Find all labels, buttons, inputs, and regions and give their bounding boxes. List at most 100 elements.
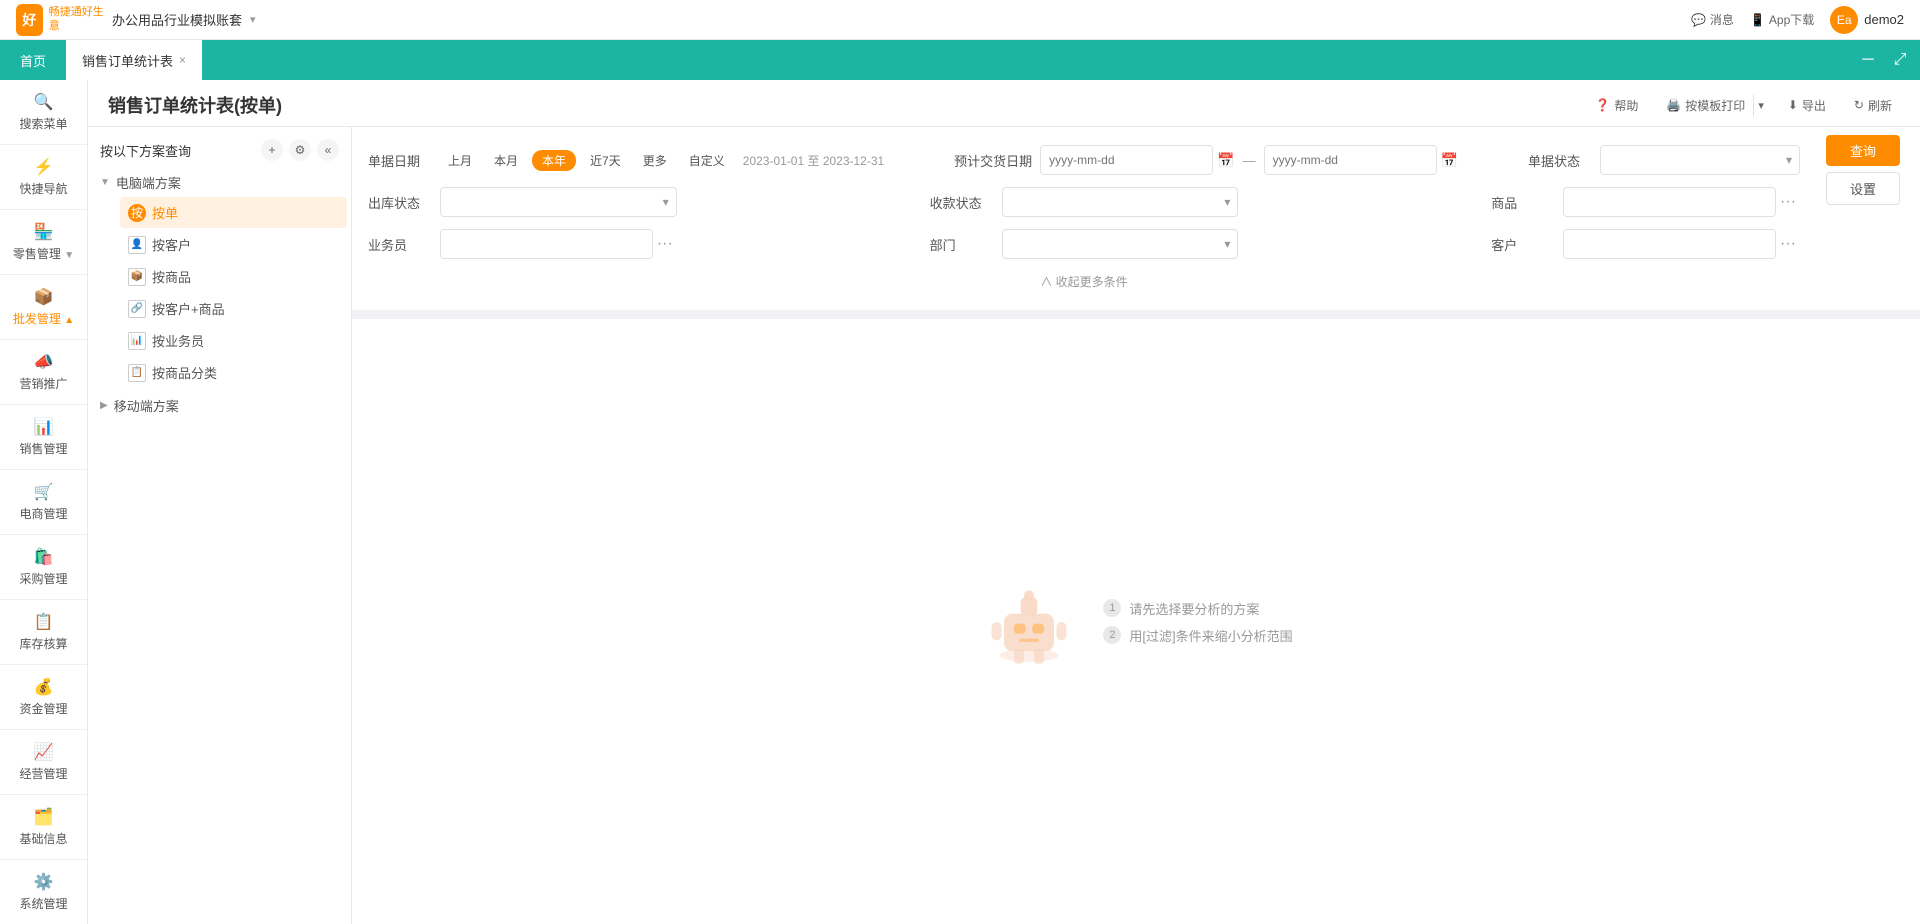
empty-content: 1 请先选择要分析的方案 2 用[过滤]条件来缩小分析范围 — [979, 572, 1292, 672]
pc-category-label: 电脑端方案 — [116, 173, 181, 192]
date-label: 单据日期 — [368, 151, 432, 170]
export-icon: ⬇ — [1788, 98, 1798, 112]
maximize-icon: ⤢ — [1894, 51, 1907, 69]
date-btn-last-month[interactable]: 上月 — [440, 150, 480, 171]
scheme-item-label-cust-goods: 按客户+商品 — [152, 299, 225, 318]
salesperson-input[interactable] — [440, 229, 653, 259]
date-btn-this-month[interactable]: 本月 — [486, 150, 526, 171]
help-icon: ❓ — [1595, 98, 1610, 112]
scheme-item-by-goods[interactable]: 📦 按商品 — [120, 261, 347, 292]
app-download-button[interactable]: 📱 App下载 — [1750, 11, 1814, 28]
user-area[interactable]: Ea demo2 — [1830, 6, 1904, 34]
sidebar-item-ecommerce[interactable]: 🛒 电商管理 — [0, 470, 87, 535]
setting-button[interactable]: 设置 — [1826, 172, 1900, 205]
message-label: 消息 — [1710, 11, 1734, 28]
status-select-wrap: ▾ — [1600, 145, 1800, 175]
title-dropdown-icon[interactable]: ▾ — [250, 13, 256, 26]
system-icon: ⚙️ — [4, 872, 83, 892]
date-btn-more[interactable]: 更多 — [635, 150, 675, 171]
filter-row-3: 业务员 ··· 部门 ▾ — [368, 223, 1800, 265]
goods-input-wrap: ··· — [1563, 187, 1800, 217]
finance-icon: 💰 — [4, 677, 83, 697]
sidebar-item-wholesale[interactable]: 📦 批发管理 ▲ — [0, 275, 87, 340]
status-select[interactable] — [1600, 145, 1800, 175]
scheme-collapse-btn[interactable]: « — [317, 139, 339, 161]
goods-dots-btn[interactable]: ··· — [1776, 193, 1800, 211]
message-icon: 💬 — [1691, 13, 1706, 27]
customer-dots-btn[interactable]: ··· — [1776, 235, 1800, 253]
delivery-label: 出库状态 — [368, 193, 432, 212]
print-dropdown-arrow[interactable]: ▾ — [1753, 95, 1768, 116]
scheme-icon-group: + ⚙ « — [261, 139, 339, 161]
empty-tips: 1 请先选择要分析的方案 2 用[过滤]条件来缩小分析范围 — [1103, 599, 1292, 645]
tab-maximize-btn[interactable]: ⤢ — [1888, 48, 1912, 72]
pc-category-arrow: ▼ — [100, 177, 110, 188]
scheme-header: 按以下方案查询 + ⚙ « — [88, 135, 351, 169]
empty-tip-1: 1 请先选择要分析的方案 — [1103, 599, 1292, 618]
date-btn-7days[interactable]: 近7天 — [582, 150, 629, 171]
export-button[interactable]: ⬇ 导出 — [1780, 93, 1834, 118]
print-icon: 🖨️ — [1666, 98, 1681, 112]
sidebar-item-marketing[interactable]: 📣 营销推广 — [0, 340, 87, 405]
sidebar-item-basic[interactable]: 🗂️ 基础信息 — [0, 795, 87, 860]
expected-date-start-input[interactable] — [1040, 145, 1213, 175]
scheme-item-by-cust-goods[interactable]: 🔗 按客户+商品 — [120, 293, 347, 324]
sidebar-item-purchase[interactable]: 🛍️ 采购管理 — [0, 535, 87, 600]
search-icon: 🔍 — [4, 92, 83, 112]
scheme-add-btn[interactable]: + — [261, 139, 283, 161]
date-btn-this-year[interactable]: 本年 — [532, 150, 576, 171]
print-button[interactable]: 🖨️ 按模板打印 — [1658, 93, 1753, 118]
customer-input[interactable] — [1563, 229, 1776, 259]
scheme-list-pc: 按 按单 👤 按客户 📦 按商品 🔗 按客户+商品 — [88, 197, 351, 388]
scheme-item-label-goods: 按商品 — [152, 267, 191, 286]
collapse-btn[interactable]: ∧ 收起更多条件 — [368, 265, 1800, 298]
date-calendar-icon-1[interactable]: 📅 — [1217, 152, 1234, 169]
sidebar-item-quicknav[interactable]: ⚡ 快捷导航 — [0, 145, 87, 210]
sidebar-item-operation[interactable]: 📈 经营管理 — [0, 730, 87, 795]
empty-tip-2: 2 用[过滤]条件来缩小分析范围 — [1103, 626, 1292, 645]
scheme-category-mobile[interactable]: ▶ 移动端方案 — [88, 392, 351, 419]
empty-tip-1-text: 请先选择要分析的方案 — [1129, 599, 1259, 618]
help-button[interactable]: ❓ 帮助 — [1587, 93, 1646, 118]
refresh-button[interactable]: ↻ 刷新 — [1846, 93, 1900, 118]
scheme-item-by-order[interactable]: 按 按单 — [120, 197, 347, 228]
dept-select[interactable] — [1002, 229, 1239, 259]
query-button[interactable]: 查询 — [1826, 135, 1900, 166]
retail-arrow: ▼ — [64, 250, 74, 261]
sidebar-item-inventory[interactable]: 📋 库存核算 — [0, 600, 87, 665]
export-label: 导出 — [1802, 97, 1826, 114]
expected-date-end-input[interactable] — [1264, 145, 1437, 175]
sidebar-item-sales[interactable]: 📊 销售管理 — [0, 405, 87, 470]
scheme-settings-btn[interactable]: ⚙ — [289, 139, 311, 161]
retail-icon: 🏪 — [4, 222, 83, 242]
sidebar-item-finance[interactable]: 💰 资金管理 — [0, 665, 87, 730]
scheme-item-label-salesperson: 按业务员 — [152, 331, 204, 350]
refresh-label: 刷新 — [1868, 97, 1892, 114]
scheme-category-pc[interactable]: ▼ 电脑端方案 — [88, 169, 351, 196]
collapse-label: 收起更多条件 — [1056, 275, 1128, 289]
tab-home[interactable]: 首页 — [0, 40, 66, 80]
tab-close-icon[interactable]: × — [179, 53, 186, 67]
customer-label: 客户 — [1491, 235, 1555, 254]
tab-active[interactable]: 销售订单统计表 × — [66, 40, 202, 80]
payment-select[interactable] — [1002, 187, 1239, 217]
sidebar-item-retail[interactable]: 🏪 零售管理 ▼ — [0, 210, 87, 275]
logo-icon: 好 — [16, 4, 43, 36]
main-layout: 🔍 搜索菜单 ⚡ 快捷导航 🏪 零售管理 ▼ 📦 批发管理 ▲ 📣 营销推广 📊… — [0, 80, 1920, 924]
sales-icon: 📊 — [4, 417, 83, 437]
scheme-panel: 按以下方案查询 + ⚙ « ▼ — [88, 127, 352, 924]
delivery-select[interactable] — [440, 187, 677, 217]
sidebar-item-search[interactable]: 🔍 搜索菜单 — [0, 80, 87, 145]
tab-minimize-btn[interactable]: ─ — [1856, 48, 1880, 72]
scheme-item-icon-goods: 📦 — [128, 268, 146, 286]
date-btn-custom[interactable]: 自定义 — [681, 150, 733, 171]
sidebar-item-system[interactable]: ⚙️ 系统管理 — [0, 860, 87, 924]
scheme-item-by-customer[interactable]: 👤 按客户 — [120, 229, 347, 260]
salesperson-dots-btn[interactable]: ··· — [653, 235, 677, 253]
message-button[interactable]: 💬 消息 — [1691, 11, 1734, 28]
date-calendar-icon-2[interactable]: 📅 — [1441, 152, 1458, 169]
scheme-item-by-goods-cat[interactable]: 📋 按商品分类 — [120, 357, 347, 388]
goods-input[interactable] — [1563, 187, 1776, 217]
content-divider — [352, 314, 1920, 315]
scheme-item-by-salesperson[interactable]: 📊 按业务员 — [120, 325, 347, 356]
